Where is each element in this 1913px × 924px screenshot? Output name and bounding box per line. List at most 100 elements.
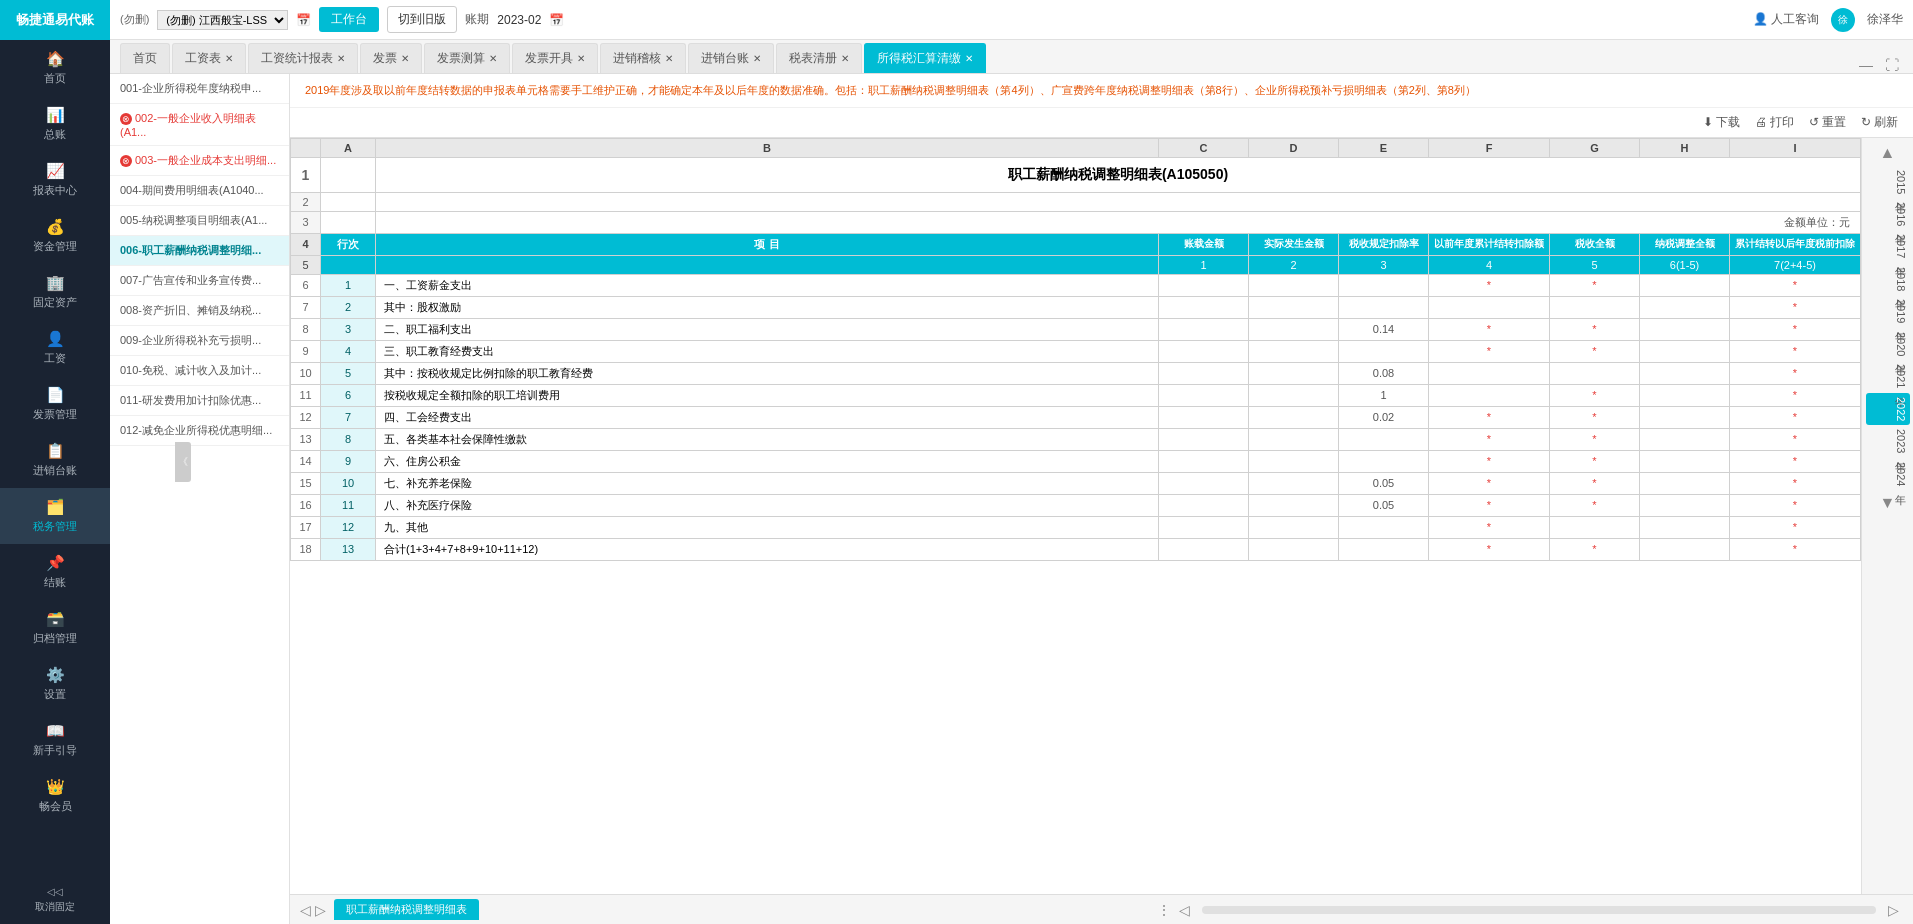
row-col5[interactable]: *	[1550, 450, 1640, 472]
row-col2[interactable]	[1249, 516, 1339, 538]
sidebar-item-settings[interactable]: ⚙️ 设置	[0, 656, 110, 712]
tab-invoice[interactable]: 发票✕	[360, 43, 422, 73]
row-col4[interactable]	[1429, 384, 1550, 406]
row-col6[interactable]	[1640, 340, 1730, 362]
row-col6[interactable]	[1640, 516, 1730, 538]
row-col4[interactable]: *	[1429, 318, 1550, 340]
more-sheets-btn[interactable]: ⋮	[1153, 902, 1175, 918]
tab-purchase-audit[interactable]: 进销稽核✕	[600, 43, 686, 73]
sidebar-item-home[interactable]: 🏠 首页	[0, 40, 110, 96]
row-col4[interactable]: *	[1429, 428, 1550, 450]
sidebar-unpin-btn[interactable]: ◁◁ 取消固定	[0, 876, 110, 924]
row-col7[interactable]: *	[1730, 450, 1861, 472]
row-col6[interactable]	[1640, 406, 1730, 428]
row-col5[interactable]: *	[1550, 340, 1640, 362]
file-item-004[interactable]: 004-期间费用明细表(A1040...	[110, 176, 289, 206]
row-col1[interactable]	[1159, 472, 1249, 494]
row-col5[interactable]: *	[1550, 318, 1640, 340]
tab-close-salary[interactable]: ✕	[225, 53, 233, 64]
tab-close-invoice[interactable]: ✕	[401, 53, 409, 64]
row-col2[interactable]	[1249, 318, 1339, 340]
row-col7[interactable]: *	[1730, 428, 1861, 450]
row-col1[interactable]	[1159, 428, 1249, 450]
file-item-011[interactable]: 011-研发费用加计扣除优惠...	[110, 386, 289, 416]
row-col6[interactable]	[1640, 274, 1730, 296]
row-col1[interactable]	[1159, 362, 1249, 384]
sidebar-item-tax[interactable]: 🗂️ 税务管理	[0, 488, 110, 544]
row-col6[interactable]	[1640, 494, 1730, 516]
file-item-005[interactable]: 005-纳税调整项目明细表(A1...	[110, 206, 289, 236]
file-item-006[interactable]: 006-职工薪酬纳税调整明细...	[110, 236, 289, 266]
tab-close-purchase-audit[interactable]: ✕	[665, 53, 673, 64]
file-item-003[interactable]: ⊗003-一般企业成本支出明细...	[110, 146, 289, 176]
tab-invoice-issue[interactable]: 发票开具✕	[512, 43, 598, 73]
tab-salary-stats[interactable]: 工资统计报表✕	[248, 43, 358, 73]
row-col7[interactable]: *	[1730, 494, 1861, 516]
row-col6[interactable]	[1640, 472, 1730, 494]
row-col1[interactable]	[1159, 538, 1249, 560]
row-col7[interactable]: *	[1730, 340, 1861, 362]
row-col2[interactable]	[1249, 538, 1339, 560]
tab-close-invoice-issue[interactable]: ✕	[577, 53, 585, 64]
row-col4[interactable]: *	[1429, 516, 1550, 538]
row-col4[interactable]: *	[1429, 340, 1550, 362]
row-col6[interactable]	[1640, 538, 1730, 560]
row-col6[interactable]	[1640, 318, 1730, 340]
row-col7[interactable]: *	[1730, 516, 1861, 538]
tab-close-salary-stats[interactable]: ✕	[337, 53, 345, 64]
help-link[interactable]: 👤 人工客询	[1753, 11, 1819, 28]
file-item-002[interactable]: ⊗002-一般企业收入明细表(A1...	[110, 104, 289, 146]
row-col4[interactable]: *	[1429, 472, 1550, 494]
sidebar-item-purchase-sales[interactable]: 📋 进销台账	[0, 432, 110, 488]
tab-close-invoice-calc[interactable]: ✕	[489, 53, 497, 64]
tab-tax-table[interactable]: 税表清册✕	[776, 43, 862, 73]
sidebar-item-archive[interactable]: 🗃️ 归档管理	[0, 600, 110, 656]
sidebar-item-ledger[interactable]: 📊 总账	[0, 96, 110, 152]
row-col5[interactable]: *	[1550, 494, 1640, 516]
horizontal-scrollbar[interactable]	[1202, 906, 1876, 914]
year-item[interactable]: 2022年	[1866, 393, 1910, 425]
tab-income-tax[interactable]: 所得税汇算清缴✕	[864, 43, 986, 73]
year-item[interactable]: 2019年	[1866, 295, 1910, 327]
year-item[interactable]: 2024年	[1866, 458, 1910, 490]
row-col7[interactable]: *	[1730, 384, 1861, 406]
print-btn[interactable]: 🖨 打印	[1755, 114, 1794, 131]
row-col5[interactable]: *	[1550, 274, 1640, 296]
refresh-btn[interactable]: ↻ 刷新	[1861, 114, 1898, 131]
year-scroll-up[interactable]: ▲	[1878, 142, 1898, 164]
row-col2[interactable]	[1249, 384, 1339, 406]
sheet-nav-left[interactable]: ◁	[300, 902, 311, 918]
file-item-010[interactable]: 010-免税、减计收入及加计...	[110, 356, 289, 386]
row-col6[interactable]	[1640, 450, 1730, 472]
row-col5[interactable]: *	[1550, 406, 1640, 428]
row-col6[interactable]	[1640, 362, 1730, 384]
row-col4[interactable]: *	[1429, 450, 1550, 472]
row-col2[interactable]	[1249, 274, 1339, 296]
row-col4[interactable]	[1429, 362, 1550, 384]
switch-old-button[interactable]: 切到旧版	[387, 6, 457, 33]
row-col4[interactable]: *	[1429, 538, 1550, 560]
sheet-nav-right[interactable]: ▷	[315, 902, 326, 918]
row-col2[interactable]	[1249, 450, 1339, 472]
row-col7[interactable]: *	[1730, 538, 1861, 560]
sidebar-item-guide[interactable]: 📖 新手引导	[0, 712, 110, 768]
tab-minimize-btn[interactable]: —	[1855, 57, 1877, 73]
row-col6[interactable]	[1640, 428, 1730, 450]
reset-btn[interactable]: ↺ 重置	[1809, 114, 1846, 131]
row-col5[interactable]	[1550, 362, 1640, 384]
sidebar-item-finance[interactable]: 💰 资金管理	[0, 208, 110, 264]
tab-invoice-calc[interactable]: 发票测算✕	[424, 43, 510, 73]
sidebar-item-reports[interactable]: 📈 报表中心	[0, 152, 110, 208]
row-col4[interactable]: *	[1429, 274, 1550, 296]
row-col1[interactable]	[1159, 494, 1249, 516]
company-select[interactable]: (勿删) 江西般宝-LSS	[157, 10, 288, 30]
row-col5[interactable]: *	[1550, 428, 1640, 450]
row-col5[interactable]	[1550, 516, 1640, 538]
row-col4[interactable]: *	[1429, 494, 1550, 516]
spreadsheet-container[interactable]: A B C D E F G H I	[290, 138, 1861, 895]
row-col4[interactable]: *	[1429, 406, 1550, 428]
row-col1[interactable]	[1159, 406, 1249, 428]
year-item[interactable]: 2016年	[1866, 198, 1910, 230]
year-item[interactable]: 2020年	[1866, 328, 1910, 360]
row-col2[interactable]	[1249, 296, 1339, 318]
